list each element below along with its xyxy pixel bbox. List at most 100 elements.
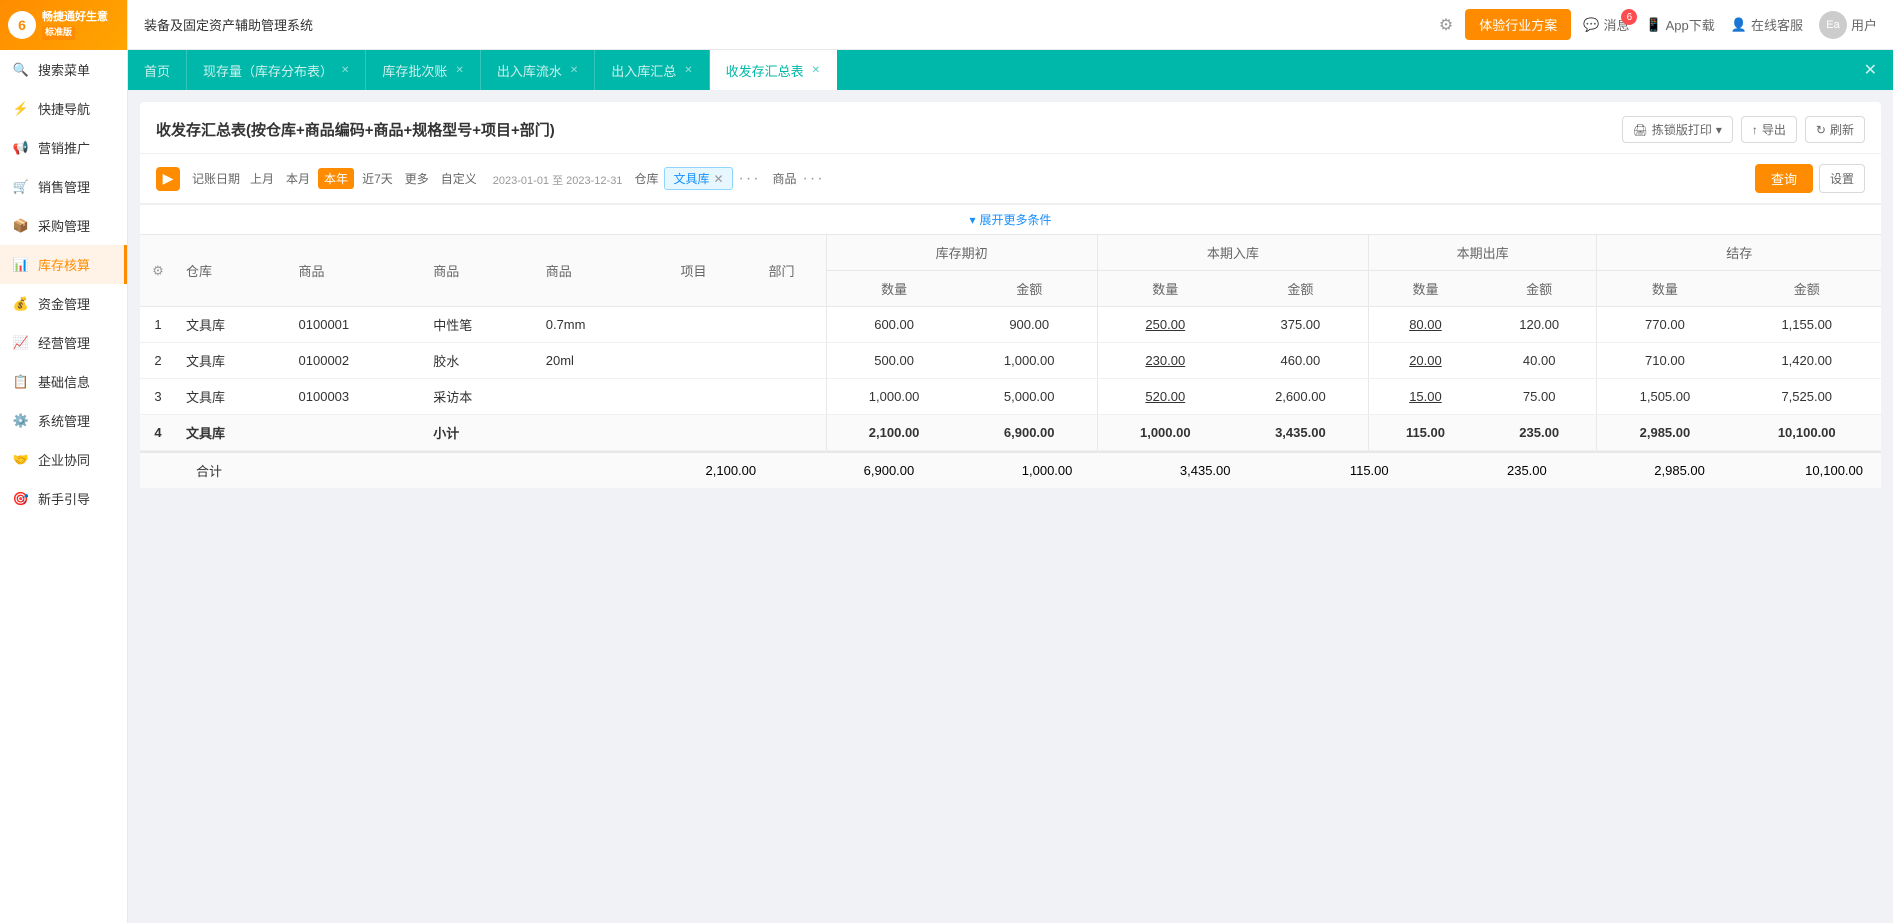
- close-all-tabs[interactable]: ✕: [1848, 60, 1893, 80]
- warehouse-tag-close[interactable]: ✕: [713, 172, 723, 186]
- open-qty-cell: 1,000.00: [826, 379, 962, 415]
- query-button[interactable]: 查询: [1755, 164, 1813, 193]
- settings-icon[interactable]: ⚙: [1439, 15, 1453, 35]
- tab-close-batch[interactable]: ✕: [455, 65, 463, 76]
- table-row: 4文具库小计2,100.006,900.001,000.003,435.0011…: [140, 415, 1881, 451]
- sidebar-item-collab[interactable]: 🤝 企业协同: [0, 440, 127, 479]
- messages-badge[interactable]: 💬 消息 6: [1583, 15, 1629, 34]
- sidebar-item-purchase[interactable]: 📦 采购管理: [0, 206, 127, 245]
- out-qty-cell[interactable]: 15.00: [1368, 379, 1482, 415]
- export-icon: ↑: [1752, 123, 1758, 137]
- table-container: ⚙ 仓库 商品 商品 商品 项目 部门 库存期初 本期入库 本期出库 结存: [140, 234, 1881, 451]
- sidebar-item-newbie[interactable]: 🎯 新手引导: [0, 479, 127, 518]
- sidebar-item-operations[interactable]: 📈 经营管理: [0, 323, 127, 362]
- date-opt-custom[interactable]: 自定义: [437, 168, 481, 189]
- page-card: 收发存汇总表(按仓库+商品编码+商品+规格型号+项目+部门) 🖨 拣锁版打印 ▾…: [140, 102, 1881, 488]
- date-filter-group: 记账日期 上月 本月 本年 近7天 更多 自定义: [192, 168, 481, 189]
- footer-label: 合计: [186, 461, 246, 480]
- warehouse-more[interactable]: ···: [739, 170, 761, 188]
- open-qty-cell: 600.00: [826, 307, 962, 343]
- in-qty-cell[interactable]: 520.00: [1097, 379, 1233, 415]
- col-balance-qty: 数量: [1597, 271, 1733, 307]
- out-qty-cell[interactable]: 20.00: [1368, 343, 1482, 379]
- open-amt-cell: 5,000.00: [962, 379, 1098, 415]
- date-opt-last-month[interactable]: 上月: [246, 168, 278, 189]
- in-qty-cell[interactable]: 230.00: [1097, 343, 1233, 379]
- main-area: 装备及固定资产辅助管理系统 ⚙ 体验行业方案 💬 消息 6 📱 App下载 👤 …: [128, 0, 1893, 923]
- tab-batch[interactable]: 库存批次账 ✕: [366, 50, 480, 90]
- col-warehouse: 仓库: [176, 235, 289, 307]
- open-amt-cell: 1,000.00: [962, 343, 1098, 379]
- sidebar-item-finance[interactable]: 💰 资金管理: [0, 284, 127, 323]
- sidebar-item-inventory[interactable]: 📊 库存核算: [0, 245, 127, 284]
- warehouse-tag[interactable]: 文具库 ✕: [664, 167, 732, 190]
- name-cell: 采访本: [423, 379, 536, 415]
- print-icon: 🖨: [1633, 123, 1648, 137]
- online-service[interactable]: 👤 在线客服: [1731, 15, 1803, 34]
- col-group-in: 本期入库: [1097, 235, 1368, 271]
- col-balance-amt: 金额: [1732, 271, 1881, 307]
- in-qty-cell[interactable]: 250.00: [1097, 307, 1233, 343]
- spec-cell: [536, 415, 650, 451]
- date-opt-7days[interactable]: 近7天: [358, 168, 397, 189]
- project-cell: [650, 415, 738, 451]
- sidebar-item-system[interactable]: ⚙️ 系统管理: [0, 401, 127, 440]
- open-qty-cell: 2,100.00: [826, 415, 962, 451]
- in-amt-cell: 460.00: [1233, 343, 1369, 379]
- sidebar-item-search[interactable]: 🔍 搜索菜单: [0, 50, 127, 89]
- tab-close-inout-summary[interactable]: ✕: [684, 65, 692, 76]
- dept-cell: [737, 379, 826, 415]
- spec-cell: 20ml: [536, 343, 650, 379]
- sidebar-item-marketing[interactable]: 📢 营销推广: [0, 128, 127, 167]
- col-out-qty: 数量: [1368, 271, 1482, 307]
- print-button[interactable]: 🖨 拣锁版打印 ▾: [1622, 116, 1733, 143]
- seq-cell: 1: [140, 307, 176, 343]
- sidebar-item-sales[interactable]: 🛒 销售管理: [0, 167, 127, 206]
- phone-icon: 📱: [1645, 17, 1661, 33]
- expand-icon: ▾: [969, 213, 975, 227]
- inventory-icon: 📊: [12, 256, 30, 274]
- project-cell: [650, 307, 738, 343]
- seq-cell: 2: [140, 343, 176, 379]
- tab-inout-summary[interactable]: 出入库汇总 ✕: [595, 50, 709, 90]
- user-area[interactable]: Ea 用户: [1819, 11, 1877, 39]
- code-cell: 0100001: [289, 307, 424, 343]
- date-opt-this-month[interactable]: 本月: [282, 168, 314, 189]
- out-qty-cell[interactable]: 80.00: [1368, 307, 1482, 343]
- tab-recv-summary[interactable]: 收发存汇总表 ✕: [710, 50, 837, 90]
- date-range-display: 2023-01-01 至 2023-12-31: [493, 172, 623, 188]
- out-amt-cell: 120.00: [1482, 307, 1597, 343]
- tab-close-inout-flow[interactable]: ✕: [570, 65, 578, 76]
- tab-close-inventory-dist[interactable]: ✕: [341, 65, 349, 76]
- logo-icon: 6: [8, 11, 36, 39]
- project-cell: [650, 379, 738, 415]
- col-group-balance: 结存: [1597, 235, 1881, 271]
- sidebar-item-quick[interactable]: ⚡ 快捷导航: [0, 89, 127, 128]
- expand-filter-row[interactable]: ▾ 展开更多条件: [140, 204, 1881, 234]
- bal-amt-cell: 7,525.00: [1732, 379, 1881, 415]
- app-download[interactable]: 📱 App下载: [1645, 15, 1714, 34]
- tab-inventory-dist[interactable]: 现存量（库存分布表） ✕: [187, 50, 366, 90]
- spec-cell: [536, 379, 650, 415]
- date-opt-this-year[interactable]: 本年: [318, 168, 354, 189]
- sidebar-item-base[interactable]: 📋 基础信息: [0, 362, 127, 401]
- dept-cell: [737, 415, 826, 451]
- settings-small-button[interactable]: 设置: [1819, 164, 1865, 193]
- marketing-icon: 📢: [12, 139, 30, 157]
- filter-toggle-button[interactable]: ▶: [156, 167, 180, 191]
- table-settings-icon[interactable]: ⚙: [152, 263, 164, 278]
- tab-inout-flow[interactable]: 出入库流水 ✕: [481, 50, 595, 90]
- col-goods-spec: 商品: [536, 235, 650, 307]
- tab-home[interactable]: 首页: [128, 50, 187, 90]
- avatar: Ea: [1819, 11, 1847, 39]
- experience-button[interactable]: 体验行业方案: [1465, 9, 1571, 40]
- tab-close-recv-summary[interactable]: ✕: [812, 65, 820, 76]
- col-group-out: 本期出库: [1368, 235, 1596, 271]
- goods-more[interactable]: ···: [803, 170, 825, 188]
- export-button[interactable]: ↑ 导出: [1741, 116, 1797, 143]
- date-opt-more[interactable]: 更多: [401, 168, 433, 189]
- col-opening-amt: 金额: [962, 271, 1098, 307]
- date-label: 记账日期: [192, 170, 240, 187]
- refresh-button[interactable]: ↻ 刷新: [1805, 116, 1865, 143]
- collab-icon: 🤝: [12, 451, 30, 469]
